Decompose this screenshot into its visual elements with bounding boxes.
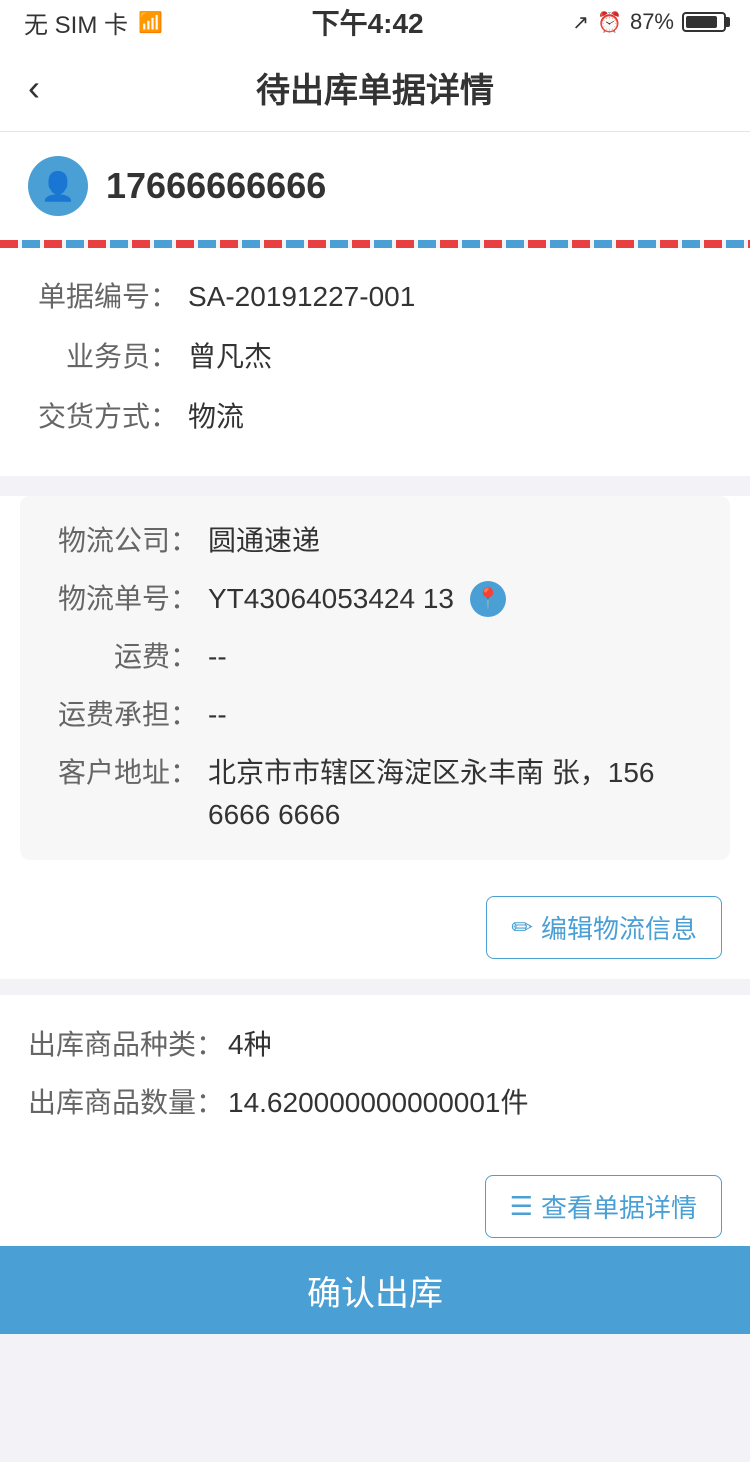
confirm-btn-container: 确认出库 — [0, 1246, 750, 1334]
battery-percent: 87% — [630, 9, 674, 35]
freight-value: -- — [208, 636, 702, 678]
avatar: 👤 — [28, 156, 88, 216]
goods-types-label: 出库商品种类： — [28, 1023, 228, 1063]
carrier-label: 无 SIM 卡 — [24, 5, 128, 40]
dashed-divider — [0, 240, 750, 248]
tracking-number-label: 物流单号： — [48, 578, 208, 620]
edit-btn-row: ✏ 编辑物流信息 — [0, 880, 750, 979]
logistics-company-row: 物流公司： 圆通速递 — [48, 520, 702, 562]
customer-phone: 17666666666 — [106, 165, 326, 207]
freight-row: 运费： -- — [48, 636, 702, 678]
goods-quantity-value: 14.620000000000001件 — [228, 1081, 529, 1121]
sales-person-label: 业务员： — [28, 336, 188, 378]
delivery-method-value: 物流 — [188, 396, 722, 438]
alarm-icon: ⏰ — [597, 10, 622, 35]
logistics-company-label: 物流公司： — [48, 520, 208, 562]
location-status-icon: ↗ — [572, 10, 589, 35]
confirm-outbound-button[interactable]: 确认出库 — [307, 1266, 443, 1315]
goods-quantity-label: 出库商品数量： — [28, 1081, 228, 1121]
order-info-section: 单据编号： SA-20191227-001 业务员： 曾凡杰 交货方式： 物流 — [0, 248, 750, 476]
wifi-icon: 📶 — [138, 10, 163, 35]
tracking-number-row: 物流单号： YT43064053424 13 📍 — [48, 578, 702, 620]
document-number-label: 单据编号： — [28, 276, 188, 318]
logistics-card: 物流公司： 圆通速递 物流单号： YT43064053424 13 📍 运费： … — [20, 496, 730, 860]
back-button[interactable]: ‹ — [28, 67, 40, 109]
goods-quantity-row: 出库商品数量： 14.620000000000001件 — [28, 1081, 722, 1121]
location-pin-icon[interactable]: 📍 — [470, 581, 506, 617]
logistics-company-value: 圆通速递 — [208, 520, 702, 562]
freight-bearer-label: 运费承担： — [48, 694, 208, 736]
freight-bearer-row: 运费承担： -- — [48, 694, 702, 736]
status-time: 下午4:42 — [312, 2, 424, 42]
page-title: 待出库单据详情 — [256, 63, 494, 112]
goods-types-row: 出库商品种类： 4种 — [28, 1023, 722, 1063]
sales-person-value: 曾凡杰 — [188, 336, 722, 378]
freight-bearer-value: -- — [208, 694, 702, 736]
customer-header: 👤 17666666666 — [0, 132, 750, 240]
view-details-label: 查看单据详情 — [541, 1188, 697, 1225]
battery-indicator — [682, 12, 726, 32]
battery-fill — [686, 16, 717, 28]
address-row: 客户地址： 北京市市辖区海淀区永丰南 张，156 6666 6666 — [48, 752, 702, 836]
status-left: 无 SIM 卡 📶 — [24, 5, 163, 40]
edit-logistics-button[interactable]: ✏ 编辑物流信息 — [486, 896, 722, 959]
delivery-method-row: 交货方式： 物流 — [28, 396, 722, 438]
delivery-method-label: 交货方式： — [28, 396, 188, 438]
document-number-row: 单据编号： SA-20191227-001 — [28, 276, 722, 318]
list-icon: ☰ — [510, 1191, 533, 1222]
address-value: 北京市市辖区海淀区永丰南 张，156 6666 6666 — [208, 752, 702, 836]
nav-bar: ‹ 待出库单据详情 — [0, 44, 750, 132]
tracking-row: YT43064053424 13 📍 — [208, 578, 506, 620]
section-divider-1 — [0, 979, 750, 995]
status-right: ↗ ⏰ 87% — [572, 9, 726, 35]
edit-icon: ✏ — [511, 912, 533, 943]
view-details-button[interactable]: ☰ 查看单据详情 — [485, 1175, 722, 1238]
address-label: 客户地址： — [48, 752, 208, 794]
status-bar: 无 SIM 卡 📶 下午4:42 ↗ ⏰ 87% — [0, 0, 750, 44]
freight-label: 运费： — [48, 636, 208, 678]
goods-section: 出库商品种类： 4种 出库商品数量： 14.620000000000001件 — [0, 995, 750, 1159]
goods-types-value: 4种 — [228, 1023, 272, 1063]
avatar-icon: 👤 — [41, 170, 76, 203]
edit-logistics-label: 编辑物流信息 — [541, 909, 697, 946]
tracking-number-value: YT43064053424 13 — [208, 578, 454, 620]
sales-person-row: 业务员： 曾凡杰 — [28, 336, 722, 378]
document-number-value: SA-20191227-001 — [188, 276, 722, 318]
